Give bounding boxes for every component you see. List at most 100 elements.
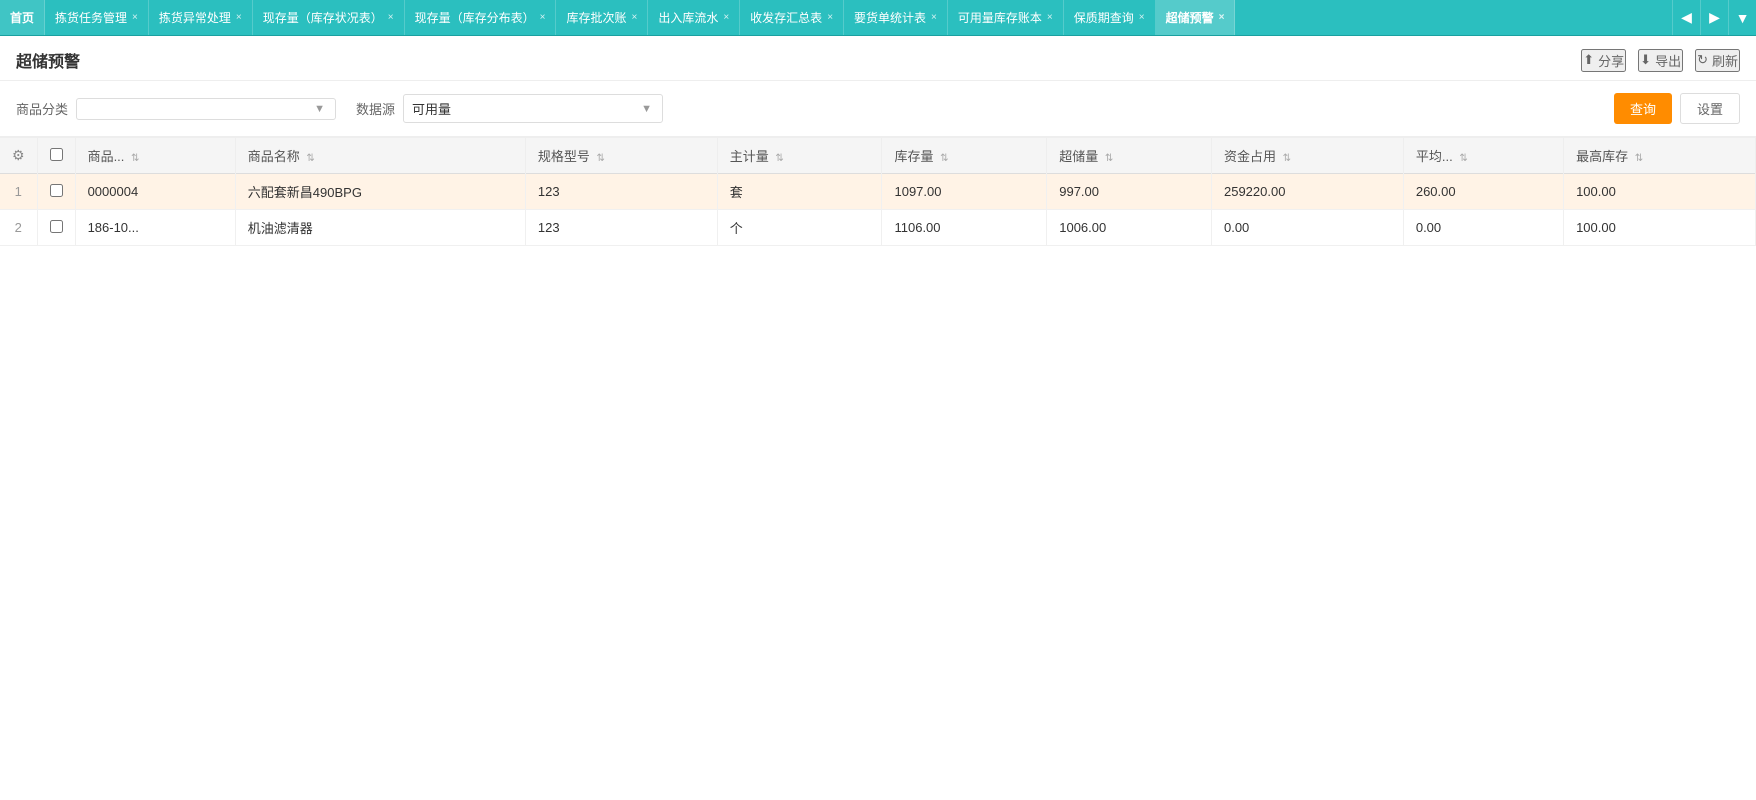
- nav-tab-stock-status-close[interactable]: ×: [388, 12, 394, 23]
- row-product-code: 0000004: [75, 174, 235, 210]
- nav-tab-home-label: 首页: [10, 9, 34, 26]
- nav-tab-home[interactable]: 首页: [0, 0, 45, 35]
- nav-tab-overstock[interactable]: 超储预警 ×: [1156, 0, 1236, 35]
- nav-tab-expiry-close[interactable]: ×: [1139, 12, 1145, 23]
- nav-tab-exception[interactable]: 拣货异常处理 ×: [149, 0, 253, 35]
- nav-tab-stock-dist[interactable]: 现存量（库存分布表） ×: [405, 0, 557, 35]
- nav-more-button[interactable]: ▼: [1728, 0, 1756, 35]
- table-header-product-name[interactable]: 商品名称 ⇅: [235, 138, 525, 174]
- table-row: 2 186-10... 机油滤清器 123 个 1106.00 1006.00 …: [0, 210, 1756, 246]
- nav-tab-inout-flow[interactable]: 出入库流水 ×: [648, 0, 740, 35]
- row-stock: 1106.00: [882, 210, 1047, 246]
- table-header-product-code[interactable]: 商品... ⇅: [75, 138, 235, 174]
- category-filter-item: 商品分类 ▼: [16, 98, 336, 120]
- datasource-label: 数据源: [356, 99, 395, 118]
- nav-tab-stock-status-label: 现存量（库存状况表）: [263, 9, 383, 26]
- row-over-stock: 1006.00: [1047, 210, 1212, 246]
- nav-tab-expiry[interactable]: 保质期查询 ×: [1064, 0, 1156, 35]
- row-checkbox-cell: [37, 210, 75, 246]
- nav-prev-button[interactable]: ◀: [1672, 0, 1700, 35]
- sort-icon-stock: ⇅: [940, 153, 948, 164]
- filter-bar: 商品分类 ▼ 数据源 可用量 ▼ 查询 设置: [0, 81, 1756, 137]
- nav-tab-exception-label: 拣货异常处理: [159, 9, 231, 26]
- datasource-select[interactable]: 可用量 ▼: [403, 94, 663, 123]
- nav-next-button[interactable]: ▶: [1700, 0, 1728, 35]
- nav-tab-summary[interactable]: 收发存汇总表 ×: [740, 0, 844, 35]
- share-button[interactable]: ⬆ 分享: [1581, 49, 1626, 72]
- export-label: 导出: [1655, 51, 1681, 70]
- row-stock: 1097.00: [882, 174, 1047, 210]
- row-capital: 259220.00: [1211, 174, 1403, 210]
- column-settings-icon[interactable]: ⚙: [12, 147, 25, 163]
- select-all-checkbox[interactable]: [50, 148, 63, 161]
- top-nav: 首页 拣货任务管理 × 拣货异常处理 × 现存量（库存状况表） × 现存量（库存…: [0, 0, 1756, 36]
- query-button[interactable]: 查询: [1614, 93, 1672, 124]
- sort-icon-product-code: ⇅: [131, 153, 139, 164]
- nav-tab-avail-book-close[interactable]: ×: [1047, 12, 1053, 23]
- row-capital: 0.00: [1211, 210, 1403, 246]
- nav-tab-batch-close[interactable]: ×: [631, 12, 637, 23]
- category-label: 商品分类: [16, 99, 68, 118]
- header-actions: ⬆ 分享 ⬇ 导出 ↻ 刷新: [1581, 49, 1740, 72]
- row-num-cell: 2: [0, 210, 37, 246]
- datasource-filter-item: 数据源 可用量 ▼: [356, 94, 663, 123]
- sort-icon-spec: ⇅: [597, 153, 605, 164]
- nav-arrows: ◀ ▶ ▼: [1672, 0, 1756, 35]
- nav-tab-avail-book-label: 可用量库存账本: [958, 9, 1042, 26]
- nav-tab-batch[interactable]: 库存批次账 ×: [556, 0, 648, 35]
- table-header-spec[interactable]: 规格型号 ⇅: [525, 138, 717, 174]
- table-container: ⚙ 商品... ⇅ 商品名称 ⇅ 规格型号 ⇅: [0, 137, 1756, 246]
- nav-tab-expiry-label: 保质期查询: [1074, 9, 1134, 26]
- nav-tab-stock-status[interactable]: 现存量（库存状况表） ×: [253, 0, 405, 35]
- datasource-select-arrow: ▼: [641, 103, 652, 115]
- nav-tab-summary-label: 收发存汇总表: [750, 9, 822, 26]
- nav-tab-overstock-label: 超储预警: [1166, 9, 1214, 26]
- table-header-avg[interactable]: 平均... ⇅: [1403, 138, 1563, 174]
- table-header-unit[interactable]: 主计量 ⇅: [717, 138, 882, 174]
- nav-tab-order-stat-label: 要货单统计表: [854, 9, 926, 26]
- nav-tab-inout-flow-close[interactable]: ×: [723, 12, 729, 23]
- row-over-stock: 997.00: [1047, 174, 1212, 210]
- row-checkbox[interactable]: [50, 184, 63, 197]
- page-title: 超储预警: [16, 48, 80, 72]
- nav-tab-task-mgmt-label: 拣货任务管理: [55, 9, 127, 26]
- refresh-button[interactable]: ↻ 刷新: [1695, 49, 1740, 72]
- export-icon: ⬇: [1640, 52, 1651, 68]
- category-select-arrow: ▼: [314, 103, 325, 115]
- nav-tab-overstock-close[interactable]: ×: [1219, 12, 1225, 23]
- nav-tab-order-stat[interactable]: 要货单统计表 ×: [844, 0, 948, 35]
- row-unit: 套: [717, 174, 882, 210]
- table-header-gear: ⚙: [0, 138, 37, 174]
- sort-icon-product-name: ⇅: [306, 153, 314, 164]
- row-num-cell: 1: [0, 174, 37, 210]
- export-button[interactable]: ⬇ 导出: [1638, 49, 1683, 72]
- row-checkbox[interactable]: [50, 220, 63, 233]
- row-product-code: 186-10...: [75, 210, 235, 246]
- nav-tab-exception-close[interactable]: ×: [236, 12, 242, 23]
- nav-tab-summary-close[interactable]: ×: [827, 12, 833, 23]
- table-header-over-stock[interactable]: 超储量 ⇅: [1047, 138, 1212, 174]
- sort-icon-capital: ⇅: [1283, 153, 1291, 164]
- table-header-row: ⚙ 商品... ⇅ 商品名称 ⇅ 规格型号 ⇅: [0, 138, 1756, 174]
- data-table: ⚙ 商品... ⇅ 商品名称 ⇅ 规格型号 ⇅: [0, 137, 1756, 246]
- sort-icon-avg: ⇅: [1459, 153, 1467, 164]
- share-label: 分享: [1598, 51, 1624, 70]
- row-avg: 0.00: [1403, 210, 1563, 246]
- row-checkbox-cell: [37, 174, 75, 210]
- table-header-stock[interactable]: 库存量 ⇅: [882, 138, 1047, 174]
- row-product-name: 六配套新昌490BPG: [235, 174, 525, 210]
- table-header-max-stock[interactable]: 最高库存 ⇅: [1564, 138, 1756, 174]
- nav-tab-order-stat-close[interactable]: ×: [931, 12, 937, 23]
- category-select[interactable]: ▼: [76, 98, 336, 120]
- table-header-capital[interactable]: 资金占用 ⇅: [1211, 138, 1403, 174]
- refresh-icon: ↻: [1697, 52, 1708, 68]
- row-max-stock: 100.00: [1564, 174, 1756, 210]
- row-avg: 260.00: [1403, 174, 1563, 210]
- refresh-label: 刷新: [1712, 51, 1738, 70]
- nav-tab-task-mgmt[interactable]: 拣货任务管理 ×: [45, 0, 149, 35]
- nav-tab-task-mgmt-close[interactable]: ×: [132, 12, 138, 23]
- nav-tab-stock-dist-close[interactable]: ×: [540, 12, 546, 23]
- nav-tab-avail-book[interactable]: 可用量库存账本 ×: [948, 0, 1064, 35]
- sort-icon-max-stock: ⇅: [1635, 153, 1643, 164]
- settings-button[interactable]: 设置: [1680, 93, 1740, 124]
